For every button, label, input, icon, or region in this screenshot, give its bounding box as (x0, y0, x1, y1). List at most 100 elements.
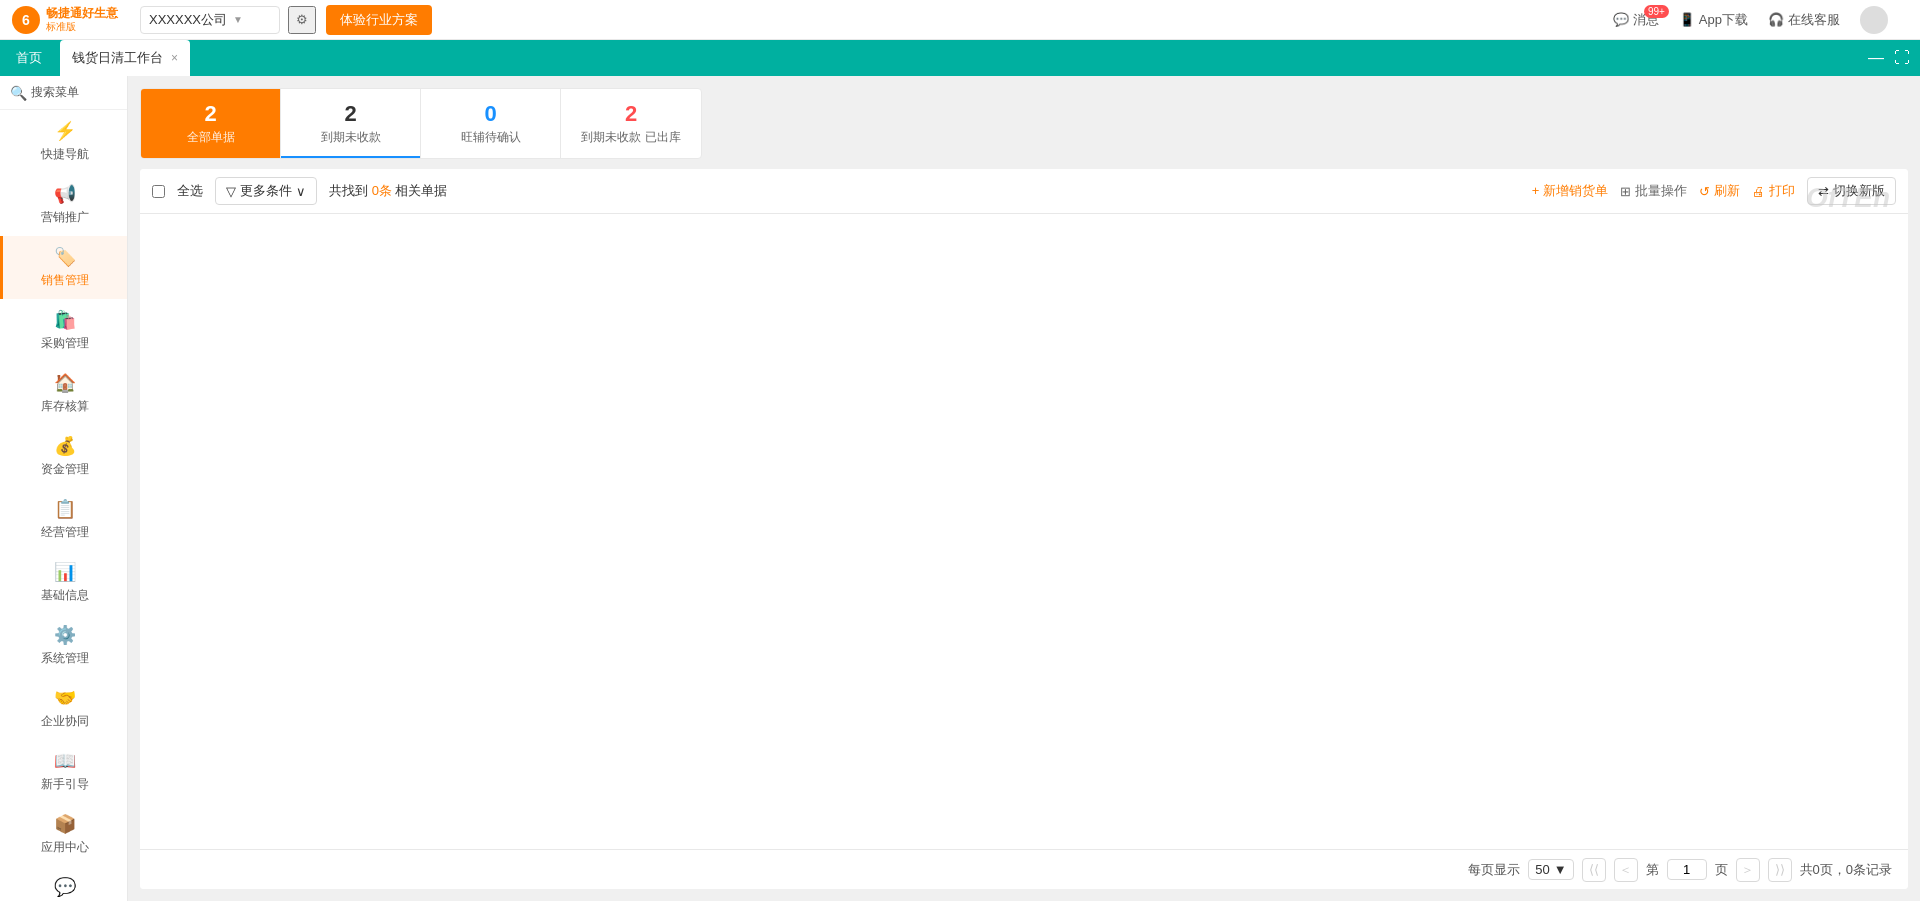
trial-button[interactable]: 体验行业方案 (326, 5, 432, 35)
filter-button[interactable]: ▽ 更多条件 ∨ (215, 177, 317, 205)
minimize-icon[interactable]: — (1868, 49, 1884, 67)
stat-underline-overdue (281, 156, 420, 158)
app-download-button[interactable]: 📱 App下载 (1679, 11, 1748, 29)
tab-active[interactable]: 钱货日清工作台 × (60, 40, 190, 76)
page-size-label: 每页显示 (1468, 861, 1520, 879)
settings-button[interactable]: ⚙ (288, 6, 316, 34)
batch-icon: ⊞ (1620, 184, 1631, 199)
service-icon: 🎧 (1768, 12, 1784, 27)
logo-area: 6 畅捷通好生意 标准版 (12, 6, 140, 34)
tab-bar: 首页 钱货日清工作台 × — ⛶ (0, 40, 1920, 76)
page-size-value: 50 (1535, 862, 1549, 877)
switch-icon: ⇄ (1818, 184, 1829, 199)
sidebar-item-purchase[interactable]: 🛍️ 采购管理 (0, 299, 127, 362)
expand-icon[interactable]: ⛶ (1894, 49, 1910, 67)
sales-icon: 🏷️ (54, 246, 76, 268)
marketing-icon: 📢 (54, 183, 76, 205)
sidebar-item-enterprise[interactable]: 🤝 企业协同 (0, 677, 127, 740)
first-page-button[interactable]: ⟨⟨ (1582, 858, 1606, 882)
sidebar-label-marketing: 营销推广 (41, 209, 89, 226)
online-service-button[interactable]: 🎧 在线客服 (1768, 11, 1840, 29)
print-icon: 🖨 (1752, 184, 1765, 199)
refresh-icon: ↺ (1699, 184, 1710, 199)
page-input[interactable] (1667, 859, 1707, 880)
toolbar: 全选 ▽ 更多条件 ∨ 共找到 0条 相关单据 + 新增销货单 ⊞ 批量操作 (140, 169, 1908, 214)
operation-icon: 📋 (54, 498, 76, 520)
stat-card-all[interactable]: 2 全部单据 (141, 89, 281, 158)
company-selector[interactable]: XXXXXX公司 ▼ (140, 6, 280, 34)
header-right: 💬 消息 99+ 📱 App下载 🎧 在线客服 (1613, 6, 1908, 34)
purchase-icon: 🛍️ (54, 309, 76, 331)
stat-number-overdue: 2 (297, 101, 404, 127)
content-area: 2 全部单据 2 到期未收款 0 旺辅待确认 2 到期未收款 已出库 全选 (128, 76, 1920, 901)
sidebar-item-wechat-biz[interactable]: 💬 企业微信 (0, 866, 127, 901)
sidebar-label-quick-nav: 快捷导航 (41, 146, 89, 163)
system-icon: ⚙️ (54, 624, 76, 646)
logo-sub: 标准版 (46, 21, 118, 33)
refresh-button[interactable]: ↺ 刷新 (1699, 182, 1740, 200)
sidebar-label-inventory: 库存核算 (41, 398, 89, 415)
sidebar-label-base-info: 基础信息 (41, 587, 89, 604)
switch-version-button[interactable]: ⇄ 切换新版 (1807, 177, 1896, 205)
stat-number-all: 2 (157, 101, 264, 127)
search-menu-label: 搜索菜单 (31, 84, 79, 101)
last-page-button[interactable]: ⟩⟩ (1768, 858, 1792, 882)
top-header: 6 畅捷通好生意 标准版 XXXXXX公司 ▼ ⚙ 体验行业方案 💬 消息 99… (0, 0, 1920, 40)
stat-label-overdue: 到期未收款 (297, 129, 404, 146)
page-unit: 页 (1715, 861, 1728, 879)
batch-button[interactable]: ⊞ 批量操作 (1620, 182, 1687, 200)
sidebar-search[interactable]: 🔍 搜索菜单 (0, 76, 127, 110)
sidebar-label-system: 系统管理 (41, 650, 89, 667)
sidebar-item-sales[interactable]: 🏷️ 销售管理 (0, 236, 127, 299)
sidebar-item-inventory[interactable]: 🏠 库存核算 (0, 362, 127, 425)
app-center-icon: 📦 (54, 813, 76, 835)
sidebar: 🔍 搜索菜单 ⚡ 快捷导航 📢 营销推广 🏷️ 销售管理 🛍️ 采购管理 🏠 库… (0, 76, 128, 901)
refresh-label: 刷新 (1714, 182, 1740, 200)
message-badge: 99+ (1644, 5, 1669, 18)
print-button[interactable]: 🖨 打印 (1752, 182, 1795, 200)
table-area (140, 214, 1908, 849)
next-page-button[interactable]: ＞ (1736, 858, 1760, 882)
tab-home[interactable]: 首页 (0, 40, 58, 76)
stat-card-overdue[interactable]: 2 到期未收款 (281, 89, 421, 158)
page-size-select[interactable]: 50 ▼ (1528, 859, 1573, 880)
logo-text: 畅捷通好生意 标准版 (46, 6, 118, 32)
sidebar-item-quick-nav[interactable]: ⚡ 快捷导航 (0, 110, 127, 173)
sidebar-item-guide[interactable]: 📖 新手引导 (0, 740, 127, 803)
stat-label-unshipped: 到期未收款 已出库 (577, 129, 685, 146)
white-panel: 全选 ▽ 更多条件 ∨ 共找到 0条 相关单据 + 新增销货单 ⊞ 批量操作 (140, 169, 1908, 889)
download-icon: 📱 (1679, 12, 1695, 27)
sidebar-item-system[interactable]: ⚙️ 系统管理 (0, 614, 127, 677)
stat-label-all: 全部单据 (157, 129, 264, 146)
base-info-icon: 📊 (54, 561, 76, 583)
sidebar-item-finance[interactable]: 💰 资金管理 (0, 425, 127, 488)
sidebar-label-purchase: 采购管理 (41, 335, 89, 352)
chevron-down-icon: ▼ (233, 14, 243, 25)
sidebar-item-app-center[interactable]: 📦 应用中心 (0, 803, 127, 866)
sidebar-label-app-center: 应用中心 (41, 839, 89, 856)
print-label: 打印 (1769, 182, 1795, 200)
filter-icon: ▽ (226, 184, 236, 199)
prev-page-button[interactable]: ＜ (1614, 858, 1638, 882)
switch-label: 切换新版 (1833, 182, 1885, 200)
stat-card-pending[interactable]: 0 旺辅待确认 (421, 89, 561, 158)
page-size-chevron: ▼ (1554, 862, 1567, 877)
online-service-label: 在线客服 (1788, 11, 1840, 29)
sidebar-item-operation[interactable]: 📋 经营管理 (0, 488, 127, 551)
sidebar-label-enterprise: 企业协同 (41, 713, 89, 730)
wechat-biz-icon: 💬 (54, 876, 76, 898)
tab-close-icon[interactable]: × (171, 51, 178, 65)
avatar[interactable] (1860, 6, 1888, 34)
message-button[interactable]: 💬 消息 99+ (1613, 11, 1659, 29)
batch-label: 批量操作 (1635, 182, 1687, 200)
sidebar-item-base-info[interactable]: 📊 基础信息 (0, 551, 127, 614)
sidebar-label-guide: 新手引导 (41, 776, 89, 793)
company-name: XXXXXX公司 (149, 11, 227, 29)
stat-card-unshipped[interactable]: 2 到期未收款 已出库 (561, 89, 701, 158)
new-order-button[interactable]: + 新增销货单 (1532, 182, 1608, 200)
found-suffix: 相关单据 (395, 183, 447, 198)
sidebar-item-marketing[interactable]: 📢 营销推广 (0, 173, 127, 236)
finance-icon: 💰 (54, 435, 76, 457)
select-all-checkbox[interactable] (152, 185, 165, 198)
search-icon: 🔍 (10, 85, 27, 101)
